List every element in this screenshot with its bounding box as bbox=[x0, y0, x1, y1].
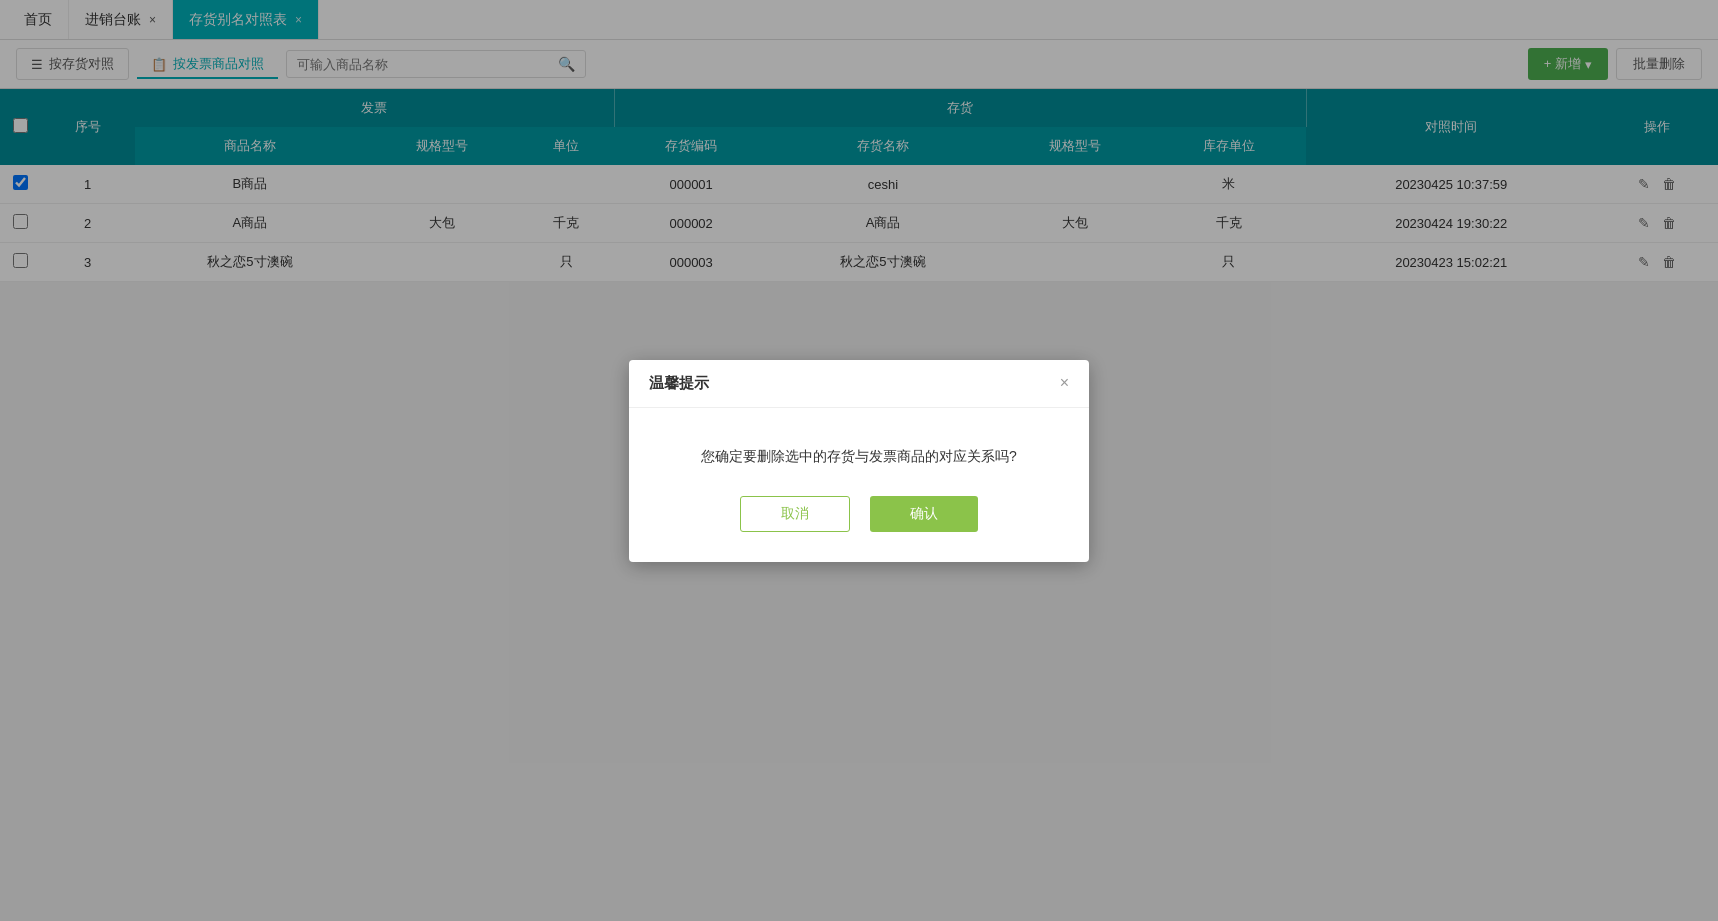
dialog-overlay: 温馨提示 × 您确定要删除选中的存货与发票商品的对应关系吗? 取消 确认 bbox=[0, 0, 1718, 282]
